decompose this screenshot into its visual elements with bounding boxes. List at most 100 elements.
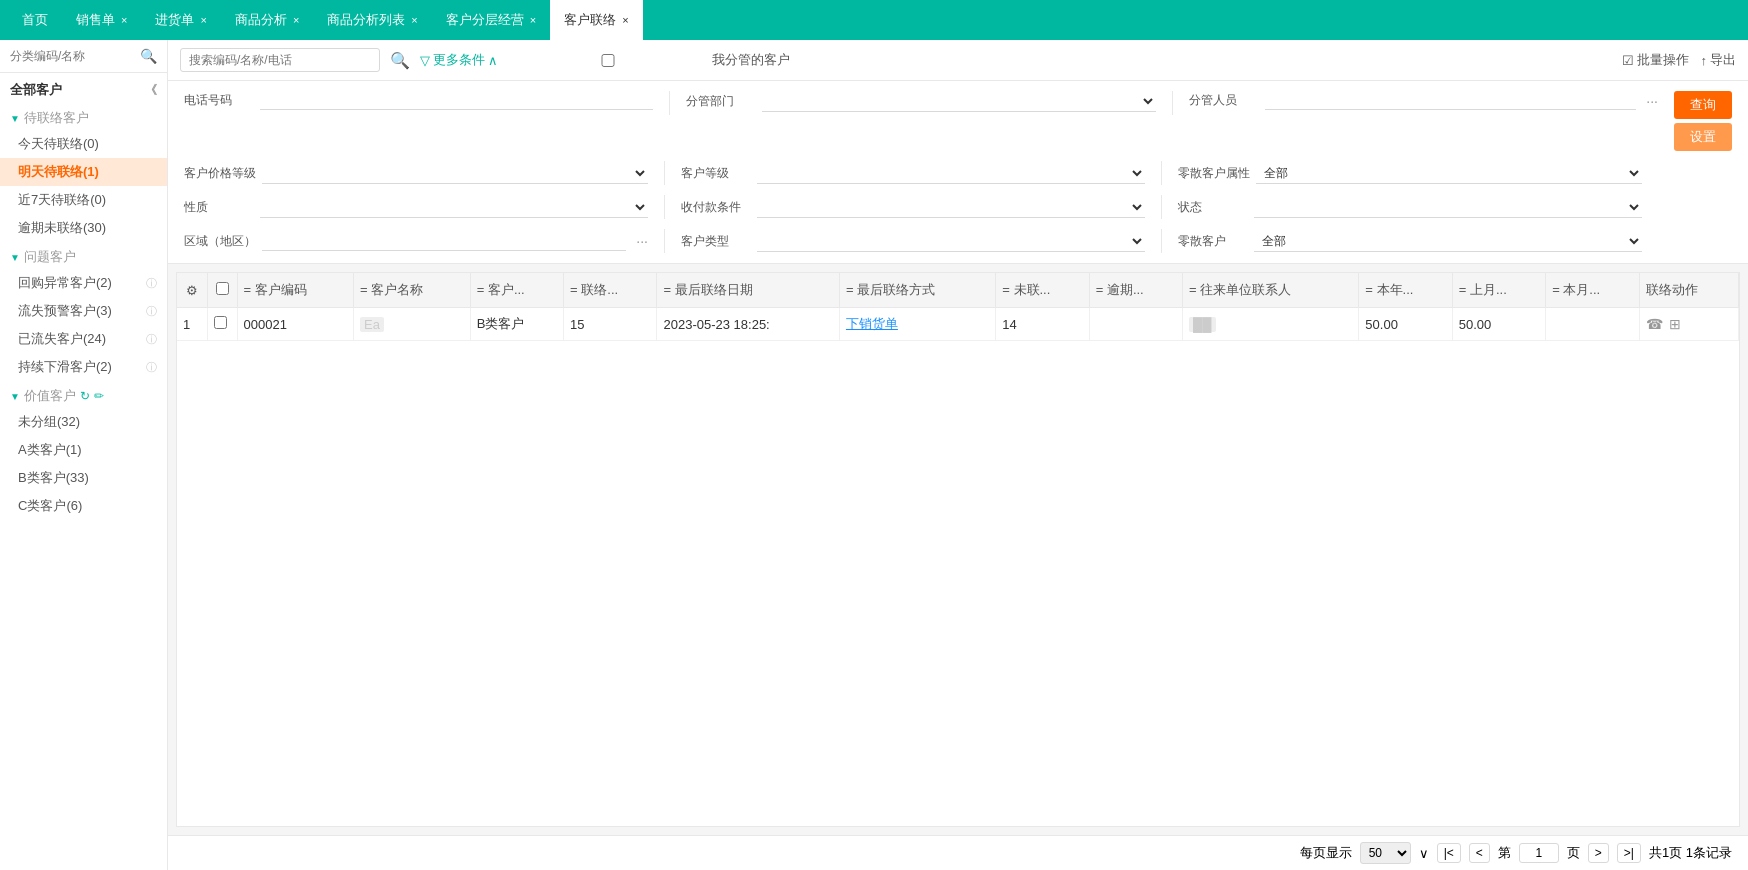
phone-action-icon[interactable]: ☎ (1646, 316, 1663, 332)
sidebar-item-week-contact[interactable]: 近7天待联络(0) (0, 186, 167, 214)
region-input[interactable] (262, 232, 626, 251)
th-gear[interactable]: ⚙ (177, 273, 207, 308)
filter-cell-region: 区域（地区） ··· (184, 232, 648, 251)
nav-item-goods-analysis[interactable]: 商品分析 × (221, 0, 313, 40)
customer-type-select[interactable] (757, 231, 1145, 252)
search-input[interactable] (180, 48, 380, 72)
my-customers-checkbox-label[interactable]: 我分管的客户 (508, 51, 790, 69)
batch-op-button[interactable]: ☑ 批量操作 (1622, 51, 1689, 69)
nav-item-customer-tier[interactable]: 客户分层经营 × (432, 0, 550, 40)
batch-op-icon: ☑ (1622, 53, 1634, 68)
page-size-select[interactable]: 10 20 50 100 (1360, 842, 1411, 864)
person-input[interactable] (1265, 91, 1637, 110)
th-last-month[interactable]: = 上月... (1452, 273, 1545, 308)
search-icon[interactable]: 🔍 (140, 48, 157, 64)
sidebar-item-churn-warning[interactable]: 流失预警客户(3) ⓘ (0, 297, 167, 325)
close-icon[interactable]: × (622, 14, 628, 26)
more-conditions-button[interactable]: ▽ 更多条件 ∧ (420, 51, 498, 69)
td-type: B类客户 (470, 308, 563, 341)
phone-input[interactable] (260, 91, 653, 110)
edit-icon[interactable]: ✏ (94, 389, 104, 403)
person-dots-icon[interactable]: ··· (1646, 93, 1658, 109)
filter-label-region: 区域（地区） (184, 233, 256, 250)
payment-select[interactable] (757, 197, 1145, 218)
nav-item-goods-analysis-list[interactable]: 商品分析列表 × (313, 0, 431, 40)
query-button[interactable]: 查询 (1674, 91, 1732, 119)
th-this-year[interactable]: = 本年... (1359, 273, 1452, 308)
customer-level-select[interactable] (757, 163, 1145, 184)
filter-cell-price-level: 客户价格等级 (184, 163, 648, 184)
export-button[interactable]: ↑ 导出 (1701, 51, 1737, 69)
select-all-checkbox[interactable] (216, 282, 229, 295)
th-this-month[interactable]: = 本月... (1546, 273, 1639, 308)
collapse-icon[interactable]: 《 (145, 82, 157, 99)
nature-select[interactable] (260, 197, 648, 218)
th-last-contact-date[interactable]: = 最后联络日期 (657, 273, 839, 308)
close-icon[interactable]: × (121, 14, 127, 26)
sidebar-item-churned[interactable]: 已流失客户(24) ⓘ (0, 325, 167, 353)
th-last-contact-method[interactable]: = 最后联络方式 (839, 273, 995, 308)
filter-cell-payment: 收付款条件 (681, 197, 1145, 218)
dept-select[interactable] (762, 91, 1155, 112)
last-page-button[interactable]: >| (1617, 843, 1641, 863)
sidebar-item-type-a[interactable]: A类客户(1) (0, 436, 167, 464)
grid-action-icon[interactable]: ⊞ (1669, 316, 1681, 332)
th-overdue[interactable]: = 逾期... (1089, 273, 1182, 308)
page-suffix: 页 (1567, 844, 1580, 862)
sidebar-item-ungrouped[interactable]: 未分组(32) (0, 408, 167, 436)
td-last-contact-method[interactable]: 下销货单 (839, 308, 995, 341)
filter-label-scatter: 零散客户 (1178, 233, 1248, 250)
refresh-icon[interactable]: ↻ (80, 389, 90, 403)
close-icon[interactable]: × (200, 14, 206, 26)
all-customers-header: 全部客户 《 (0, 73, 167, 103)
scatter-select[interactable]: 全部 (1254, 231, 1642, 252)
sidebar-search-input[interactable] (10, 49, 140, 63)
nav-item-customer-contact[interactable]: 客户联络 × (550, 0, 642, 40)
table-header-row: ⚙ = 客户编码 = 客户名称 = 客户... = 联络... = 最后联络日期… (177, 273, 1739, 308)
th-name[interactable]: = 客户名称 (354, 273, 471, 308)
price-level-select[interactable] (262, 163, 648, 184)
unit-contact-masked: ██ (1189, 317, 1215, 332)
sidebar-item-type-c[interactable]: C类客户(6) (0, 492, 167, 520)
prev-page-button[interactable]: < (1469, 843, 1490, 863)
td-name: Ea (354, 308, 471, 341)
filter-label-customer-level: 客户等级 (681, 165, 751, 182)
close-icon[interactable]: × (530, 14, 536, 26)
td-check[interactable] (207, 308, 237, 341)
th-type[interactable]: = 客户... (470, 273, 563, 308)
td-index: 1 (177, 308, 207, 341)
sidebar-item-today-contact[interactable]: 今天待联络(0) (0, 130, 167, 158)
nav-item-sales[interactable]: 销售单 × (62, 0, 141, 40)
group-pending-contact: ▼ 待联络客户 今天待联络(0) 明天待联络(1) 近7天待联络(0) 逾期未联… (0, 103, 167, 242)
sidebar-item-declining[interactable]: 持续下滑客户(2) ⓘ (0, 353, 167, 381)
region-dots-icon[interactable]: ··· (636, 233, 648, 249)
status-select[interactable] (1254, 197, 1642, 218)
sidebar-item-tomorrow-contact[interactable]: 明天待联络(1) (0, 158, 167, 186)
row-checkbox[interactable] (214, 316, 227, 329)
close-icon[interactable]: × (293, 14, 299, 26)
search-button[interactable]: 🔍 (390, 51, 410, 70)
next-page-button[interactable]: > (1588, 843, 1609, 863)
customer-name-masked: Ea (360, 317, 384, 332)
th-unit-contact[interactable]: = 往来单位联系人 (1183, 273, 1359, 308)
th-contacts[interactable]: = 联络... (564, 273, 657, 308)
first-page-button[interactable]: |< (1437, 843, 1461, 863)
sidebar-item-repurchase-abnormal[interactable]: 回购异常客户(2) ⓘ (0, 269, 167, 297)
nav-item-home[interactable]: 首页 (8, 0, 62, 40)
th-code[interactable]: = 客户编码 (237, 273, 354, 308)
my-customers-checkbox[interactable] (508, 54, 708, 67)
sidebar-item-overdue-contact[interactable]: 逾期未联络(30) (0, 214, 167, 242)
filter-label-scatter-attr: 零散客户属性 (1178, 165, 1250, 182)
th-check[interactable] (207, 273, 237, 308)
filter-icon: ▽ (420, 53, 430, 68)
sidebar-item-type-b[interactable]: B类客户(33) (0, 464, 167, 492)
filter-label-phone: 电话号码 (184, 92, 254, 109)
settings-button[interactable]: 设置 (1674, 123, 1732, 151)
nav-item-purchase[interactable]: 进货单 × (141, 0, 220, 40)
filter-row-2: 客户价格等级 客户等级 零散客户属性 全部 (184, 161, 1732, 185)
scatter-attr-select[interactable]: 全部 (1256, 163, 1642, 184)
th-not-contacted[interactable]: = 未联... (996, 273, 1089, 308)
page-number-input[interactable] (1519, 843, 1559, 863)
sidebar: 🔍 全部客户 《 ▼ 待联络客户 今天待联络(0) 明天待联络(1) (0, 40, 168, 870)
close-icon[interactable]: × (411, 14, 417, 26)
